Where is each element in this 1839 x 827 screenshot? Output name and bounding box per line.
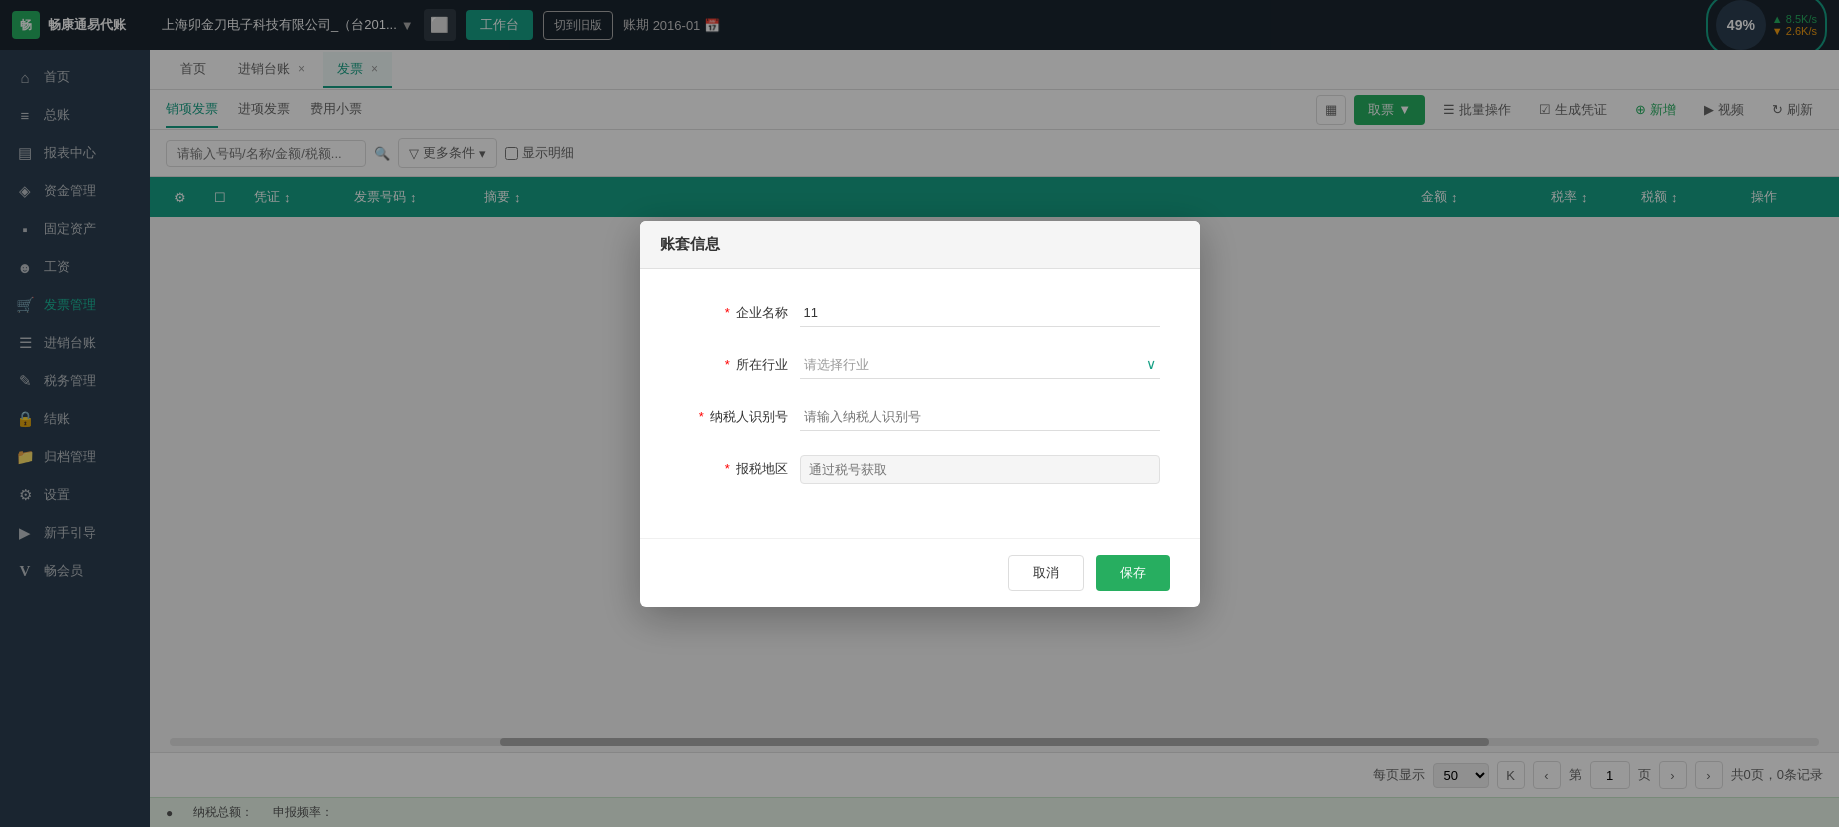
required-mark-tax: * (699, 409, 704, 424)
form-row-tax-region: * 报税地区 (680, 455, 1160, 484)
save-button[interactable]: 保存 (1096, 555, 1170, 591)
industry-select-wrap: 请选择行业 ∨ (800, 351, 1160, 379)
modal-title: 账套信息 (640, 221, 1200, 269)
tax-region-label: * 报税地区 (680, 460, 800, 478)
required-mark-industry: * (725, 357, 730, 372)
tax-id-label: * 纳税人识别号 (680, 408, 800, 426)
required-mark-region: * (725, 461, 730, 476)
cancel-button[interactable]: 取消 (1008, 555, 1084, 591)
account-info-modal: 账套信息 * 企业名称 * 所在行业 请选择行业 (640, 221, 1200, 607)
tax-id-input[interactable] (800, 403, 1160, 431)
form-row-company: * 企业名称 (680, 299, 1160, 327)
modal-overlay[interactable]: 账套信息 * 企业名称 * 所在行业 请选择行业 (0, 0, 1839, 827)
modal-footer: 取消 保存 (640, 538, 1200, 607)
company-name-input[interactable] (800, 299, 1160, 327)
industry-dropdown-arrow: ∨ (1146, 356, 1156, 372)
form-row-tax-id: * 纳税人识别号 (680, 403, 1160, 431)
industry-select[interactable]: 请选择行业 (800, 351, 1160, 378)
company-name-label: * 企业名称 (680, 304, 800, 322)
required-mark: * (725, 305, 730, 320)
modal-body: * 企业名称 * 所在行业 请选择行业 ∨ (640, 269, 1200, 538)
form-row-industry: * 所在行业 请选择行业 ∨ (680, 351, 1160, 379)
industry-label: * 所在行业 (680, 356, 800, 374)
tax-region-input (800, 455, 1160, 484)
